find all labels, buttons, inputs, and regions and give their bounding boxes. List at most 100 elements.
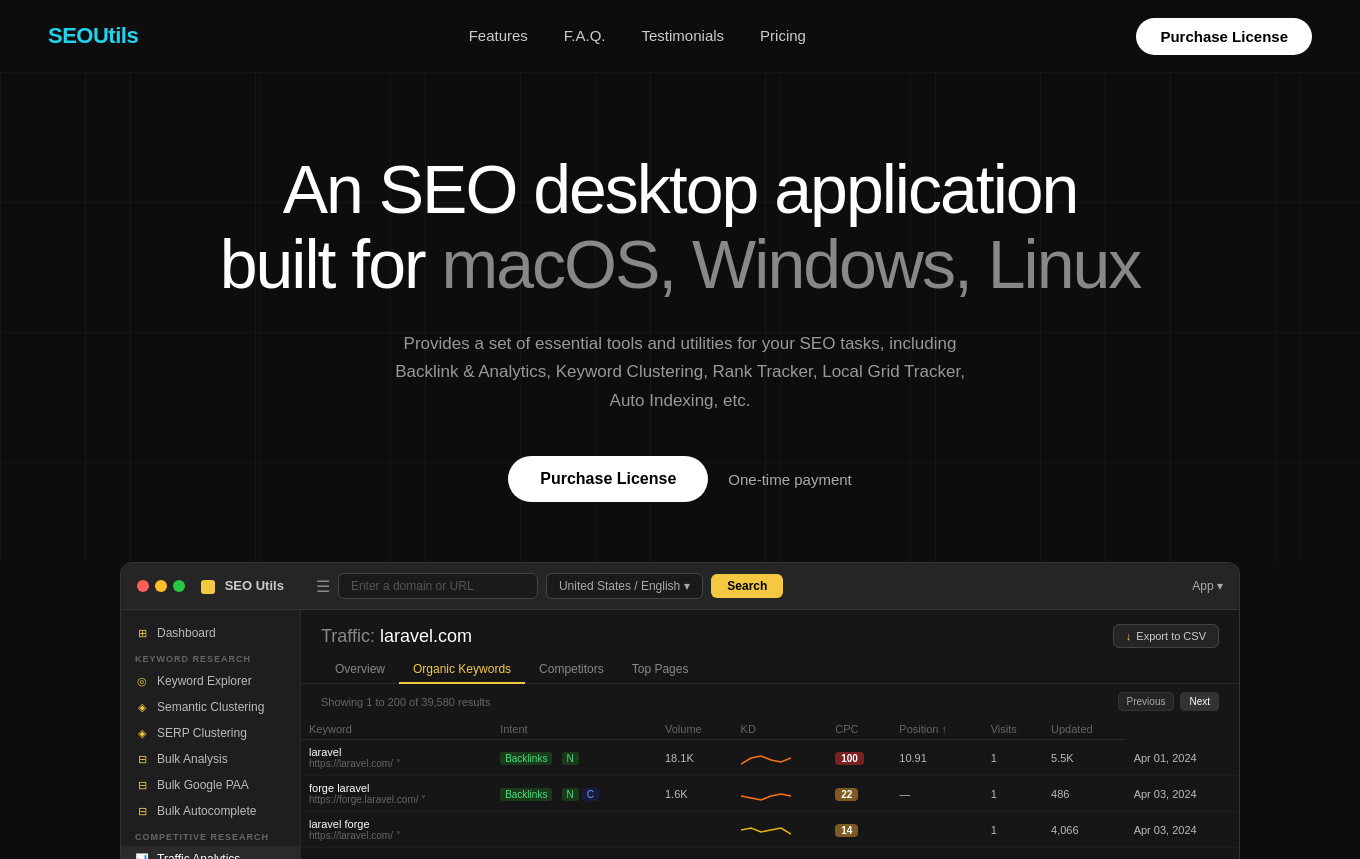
region-selector[interactable]: United States / English ▾ (546, 573, 703, 599)
sidebar: ⊞ Dashboard KEYWORD RESEARCH ◎ Keyword E… (121, 610, 301, 859)
bulk-autocomplete-icon: ⊟ (135, 804, 149, 818)
col-position: Position ↑ (891, 719, 982, 740)
main-content: Traffic: laravel.com Export to CSV Overv… (301, 610, 1239, 859)
sparkline-chart (741, 822, 791, 838)
sidebar-item-bulk-analysis[interactable]: ⊟ Bulk Analysis (121, 746, 300, 772)
position-value: 1 (983, 740, 1043, 776)
app-titlebar: SEO Utils ☰ Enter a domain or URL United… (121, 563, 1239, 610)
visits-value: 5.5K (1043, 740, 1126, 776)
col-volume: Volume (657, 719, 733, 740)
position-value: 1 (983, 776, 1043, 812)
bulk-google-paa-icon: ⊟ (135, 778, 149, 792)
sidebar-item-keyword-explorer[interactable]: ◎ Keyword Explorer (121, 668, 300, 694)
cpc-value: 10.91 (891, 740, 982, 776)
maximize-window-button[interactable] (173, 580, 185, 592)
sparkline-chart (741, 750, 791, 766)
tab-organic-keywords[interactable]: Organic Keywords (399, 656, 525, 684)
app-menu-badge[interactable]: App ▾ (1192, 579, 1223, 593)
tab-overview[interactable]: Overview (321, 656, 399, 684)
col-visits: Visits (983, 719, 1043, 740)
sidebar-item-semantic-clustering[interactable]: ◈ Semantic Clustering (121, 694, 300, 720)
sidebar-item-label: Semantic Clustering (157, 700, 264, 714)
cpc-value (891, 812, 982, 848)
toolbar: ☰ Enter a domain or URL United States / … (316, 573, 1180, 599)
volume-value: 18.1K (657, 740, 733, 776)
hero-cta: Purchase License One-time payment (48, 456, 1312, 502)
logo-suffix: Utils (93, 23, 138, 48)
col-updated: Updated (1043, 719, 1126, 740)
dashboard-icon: ⊞ (135, 626, 149, 640)
tabs-row: Overview Organic Keywords Competitors To… (301, 648, 1239, 684)
sidebar-item-bulk-autocomplete[interactable]: ⊟ Bulk Autocomplete (121, 798, 300, 824)
col-keyword: Keyword (301, 719, 492, 740)
kd-badge: 14 (835, 824, 858, 837)
prev-page-button[interactable]: Previous (1118, 692, 1175, 711)
kd-badge: 22 (835, 788, 858, 801)
app-body: ⊞ Dashboard KEYWORD RESEARCH ◎ Keyword E… (121, 610, 1239, 859)
window-controls (137, 580, 185, 592)
headline-platforms: macOS, Windows, Linux (442, 226, 1141, 302)
next-page-button[interactable]: Next (1180, 692, 1219, 711)
sidebar-item-label: SERP Clustering (157, 726, 247, 740)
nav-testimonials[interactable]: Testimonials (642, 27, 725, 44)
purchase-license-nav-button[interactable]: Purchase License (1136, 18, 1312, 55)
keyword-url: https://forge.laravel.com/ ˅ (309, 794, 484, 805)
intent-badge-c: C (582, 788, 599, 801)
tab-competitors[interactable]: Competitors (525, 656, 618, 684)
hero-section: An SEO desktop application built for mac… (0, 72, 1360, 562)
sidebar-item-label: Bulk Autocomplete (157, 804, 256, 818)
keyword-value: laravel (309, 746, 484, 758)
updated-value: Apr 03, 2024 (1126, 776, 1239, 812)
nav-pricing[interactable]: Pricing (760, 27, 806, 44)
sidebar-item-label: Traffic Analytics (157, 852, 240, 859)
sidebar-item-serp-clustering[interactable]: ◈ SERP Clustering (121, 720, 300, 746)
semantic-clustering-icon: ◈ (135, 700, 149, 714)
updated-value: Apr 03, 2024 (1126, 812, 1239, 848)
navigation: SEOUtils Features F.A.Q. Testimonials Pr… (0, 0, 1360, 72)
sidebar-section-competitive: COMPETITIVE RESEARCH (121, 824, 300, 846)
export-csv-button[interactable]: Export to CSV (1113, 624, 1219, 648)
sidebar-item-dashboard[interactable]: ⊞ Dashboard (121, 620, 300, 646)
keyword-url: https://laravel.com/ ˅ (309, 758, 484, 769)
payment-note: One-time payment (728, 471, 851, 488)
col-kd: KD (733, 719, 828, 740)
app-title: SEO Utils (201, 578, 284, 594)
intent-badge-backlinks: Backlinks (500, 788, 552, 801)
search-button[interactable]: Search (711, 574, 783, 598)
menu-icon[interactable]: ☰ (316, 577, 330, 596)
close-window-button[interactable] (137, 580, 149, 592)
sparkline-chart (741, 786, 791, 802)
visits-value: 486 (1043, 776, 1126, 812)
headline-line2-prefix: built for (220, 226, 442, 302)
table-row: laravel https://laravel.com/ ˅ Backlinks… (301, 740, 1239, 776)
keyword-table: Keyword Intent Volume KD CPC Position ↑ … (301, 719, 1239, 848)
tab-top-pages[interactable]: Top Pages (618, 656, 703, 684)
hero-subtitle: Provides a set of essential tools and ut… (390, 330, 970, 417)
results-info: Showing 1 to 200 of 39,580 results Previ… (301, 684, 1239, 719)
nav-features[interactable]: Features (469, 27, 528, 44)
url-input[interactable]: Enter a domain or URL (338, 573, 538, 599)
app-preview: SEO Utils ☰ Enter a domain or URL United… (120, 562, 1240, 859)
nav-faq[interactable]: F.A.Q. (564, 27, 606, 44)
table-row: forge laravel https://forge.laravel.com/… (301, 776, 1239, 812)
nav-links: Features F.A.Q. Testimonials Pricing (469, 27, 806, 45)
sidebar-section-keyword: KEYWORD RESEARCH (121, 646, 300, 668)
purchase-license-hero-button[interactable]: Purchase License (508, 456, 708, 502)
keyword-explorer-icon: ◎ (135, 674, 149, 688)
col-cpc: CPC (827, 719, 891, 740)
logo[interactable]: SEOUtils (48, 23, 138, 49)
sidebar-item-bulk-google-paa[interactable]: ⊟ Bulk Google PAA (121, 772, 300, 798)
domain-value: laravel.com (380, 626, 472, 646)
sidebar-item-traffic-analytics[interactable]: 📊 Traffic Analytics (121, 846, 300, 859)
sidebar-item-label: Bulk Google PAA (157, 778, 249, 792)
serp-clustering-icon: ◈ (135, 726, 149, 740)
volume-value (657, 812, 733, 848)
hero-headline: An SEO desktop application built for mac… (48, 152, 1312, 302)
logo-prefix: SEO (48, 23, 93, 48)
minimize-window-button[interactable] (155, 580, 167, 592)
table-row: laravel forge https://laravel.com/ ˅ 14 (301, 812, 1239, 848)
table-header-row: Keyword Intent Volume KD CPC Position ↑ … (301, 719, 1239, 740)
col-intent: Intent (492, 719, 657, 740)
visits-value: 4,066 (1043, 812, 1126, 848)
position-value: 1 (983, 812, 1043, 848)
